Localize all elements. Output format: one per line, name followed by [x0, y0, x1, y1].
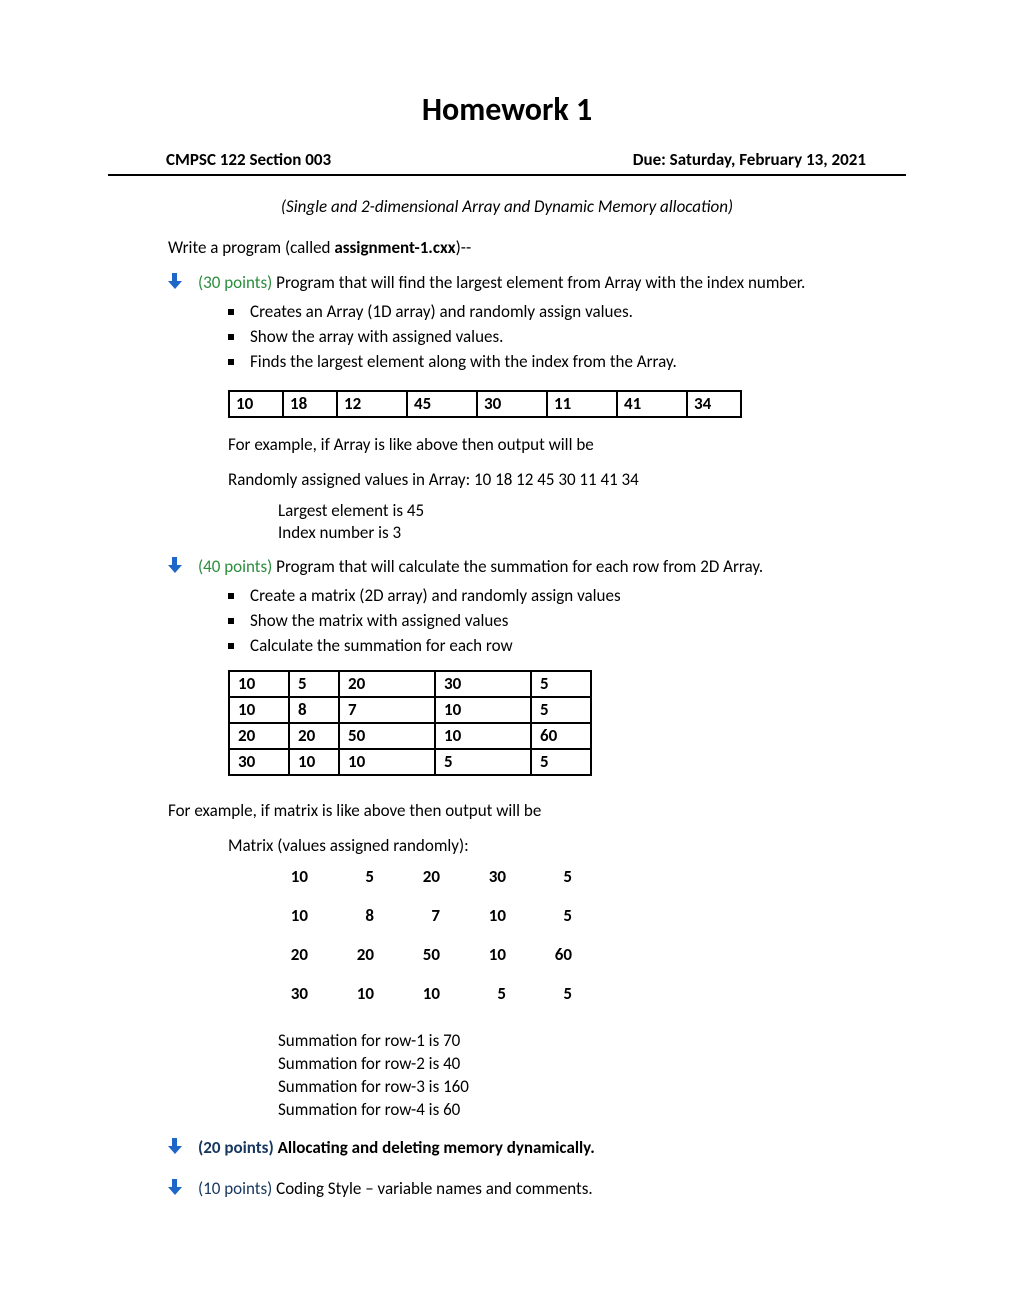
down-arrow-icon [168, 272, 198, 295]
course-label: CMPSC 122 Section 003 [166, 149, 331, 170]
q2-example-lead: For example, if matrix is like above the… [168, 800, 894, 821]
q1-text: Program that will find the largest eleme… [272, 272, 805, 293]
q3-points: (20 points) [198, 1137, 274, 1158]
table-row: 30101055 [229, 749, 591, 775]
list-item: Finds the largest element along with the… [228, 351, 894, 374]
table-row: 10 18 12 45 30 11 41 34 [229, 391, 741, 417]
down-arrow-icon [168, 556, 198, 579]
q1-example-lead: For example, if Array is like above then… [228, 434, 894, 455]
page-title: Homework 1 [120, 90, 894, 129]
table-row: 1087105 [229, 697, 591, 723]
table-row: 1087105 [278, 905, 894, 926]
table-row: 2020501060 [278, 944, 894, 965]
question-1: (30 points) Program that will find the l… [168, 272, 894, 295]
due-label: Due: Saturday, February 13, 2021 [633, 149, 866, 170]
q2-matrix-label: Matrix (values assigned randomly): [228, 835, 894, 856]
q4-text: Coding Style – variable names and commen… [272, 1178, 592, 1199]
course-header: CMPSC 122 Section 003 Due: Saturday, Feb… [108, 149, 906, 176]
table-row: 30101055 [278, 983, 894, 1004]
q2-matrix-table: 10520305 1087105 2020501060 30101055 [228, 670, 592, 776]
q1-output-block: Largest element is 45 Index number is 3 [278, 500, 894, 544]
document-page: Homework 1 CMPSC 122 Section 003 Due: Sa… [0, 0, 1014, 1267]
q4-points: (10 points) [198, 1178, 272, 1199]
table-row: 10520305 [278, 866, 894, 887]
table-row: 2020501060 [229, 723, 591, 749]
q1-random-line: Randomly assigned values in Array: 10 18… [228, 469, 894, 490]
q1-array-table: 10 18 12 45 30 11 41 34 [228, 390, 742, 418]
question-4: (10 points) Coding Style – variable name… [168, 1178, 894, 1201]
q2-text: Program that will calculate the summatio… [272, 556, 763, 577]
down-arrow-icon [168, 1178, 198, 1201]
down-arrow-icon [168, 1137, 198, 1160]
q2-points: (40 points) [198, 556, 272, 577]
q2-printed-matrix: 10520305 1087105 2020501060 30101055 [278, 866, 894, 1004]
question-3: (20 points) Allocating and deleting memo… [168, 1137, 894, 1160]
q2-summation-block: Summation for row-1 is 70 Summation for … [278, 1030, 894, 1122]
q1-sublist: Creates an Array (1D array) and randomly… [228, 301, 894, 374]
q3-text: Allocating and deleting memory dynamical… [274, 1137, 590, 1158]
list-item: Calculate the summation for each row [228, 635, 894, 658]
list-item: Show the array with assigned values. [228, 326, 894, 349]
q1-points: (30 points) [198, 272, 272, 293]
q2-sublist: Create a matrix (2D array) and randomly … [228, 585, 894, 658]
list-item: Create a matrix (2D array) and randomly … [228, 585, 894, 608]
list-item: Creates an Array (1D array) and randomly… [228, 301, 894, 324]
subtitle: (Single and 2-dimensional Array and Dyna… [120, 196, 894, 217]
table-row: 10520305 [229, 671, 591, 697]
list-item: Show the matrix with assigned values [228, 610, 894, 633]
question-2: (40 points) Program that will calculate … [168, 556, 894, 579]
intro-text: Write a program (called assignment-1.cxx… [168, 237, 894, 258]
